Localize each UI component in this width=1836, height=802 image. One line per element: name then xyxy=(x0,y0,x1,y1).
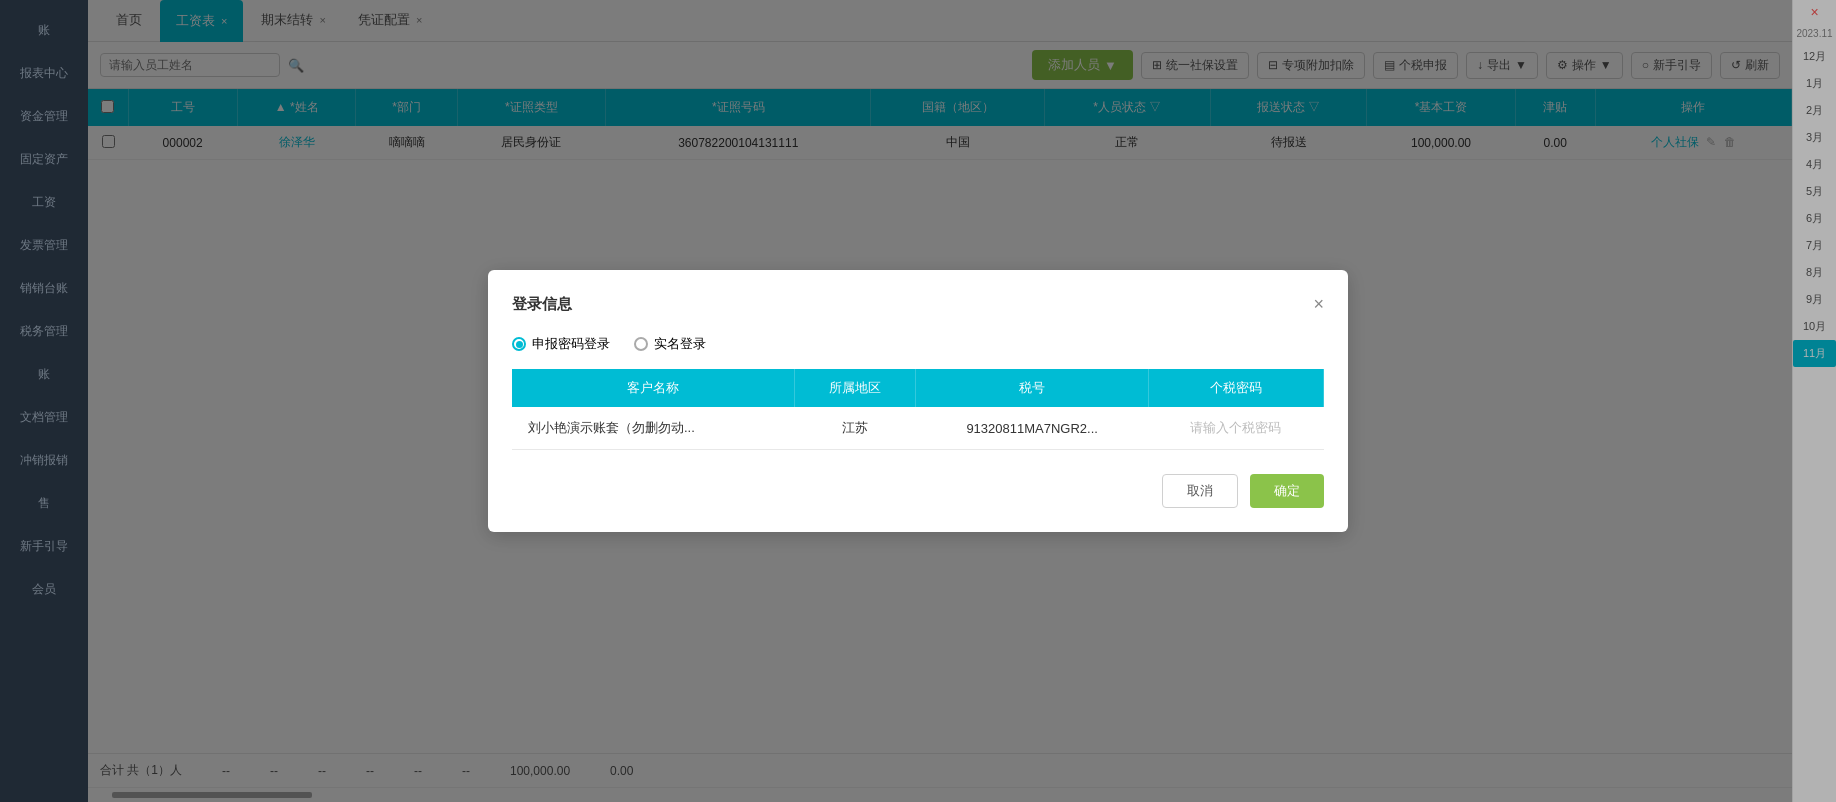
modal-overlay: 登录信息 × 申报密码登录 实名登录 客户名称 所属 xyxy=(0,0,1836,802)
modal-body: 申报密码登录 实名登录 客户名称 所属地区 税号 个税密码 xyxy=(512,335,1324,450)
tax-id-cell: 91320811MA7NGR2... xyxy=(916,407,1149,450)
modal-header: 登录信息 × xyxy=(512,294,1324,315)
login-info-table: 客户名称 所属地区 税号 个税密码 刘小艳演示账套（勿删勿动... 江苏 913… xyxy=(512,369,1324,450)
confirm-button[interactable]: 确定 xyxy=(1250,474,1324,508)
radio-password-login[interactable]: 申报密码登录 xyxy=(512,335,610,353)
tax-password-placeholder: 请输入个税密码 xyxy=(1190,420,1281,435)
region-cell: 江苏 xyxy=(795,407,916,450)
cancel-button[interactable]: 取消 xyxy=(1162,474,1238,508)
col-client-name: 客户名称 xyxy=(512,369,795,407)
modal-close-button[interactable]: × xyxy=(1313,294,1324,315)
login-info-modal: 登录信息 × 申报密码登录 实名登录 客户名称 所属 xyxy=(488,270,1348,532)
col-region: 所属地区 xyxy=(795,369,916,407)
modal-title: 登录信息 xyxy=(512,295,572,314)
modal-footer: 取消 确定 xyxy=(512,474,1324,508)
radio-password-checked-icon xyxy=(512,337,526,351)
col-tax-password: 个税密码 xyxy=(1148,369,1323,407)
login-method-radio-group: 申报密码登录 实名登录 xyxy=(512,335,1324,353)
radio-realname-unchecked-icon xyxy=(634,337,648,351)
radio-real-name-login[interactable]: 实名登录 xyxy=(634,335,706,353)
col-tax-id: 税号 xyxy=(916,369,1149,407)
client-name-cell: 刘小艳演示账套（勿删勿动... xyxy=(512,407,795,450)
login-table-row: 刘小艳演示账套（勿删勿动... 江苏 91320811MA7NGR2... 请输… xyxy=(512,407,1324,450)
tax-password-cell[interactable]: 请输入个税密码 xyxy=(1148,407,1323,450)
